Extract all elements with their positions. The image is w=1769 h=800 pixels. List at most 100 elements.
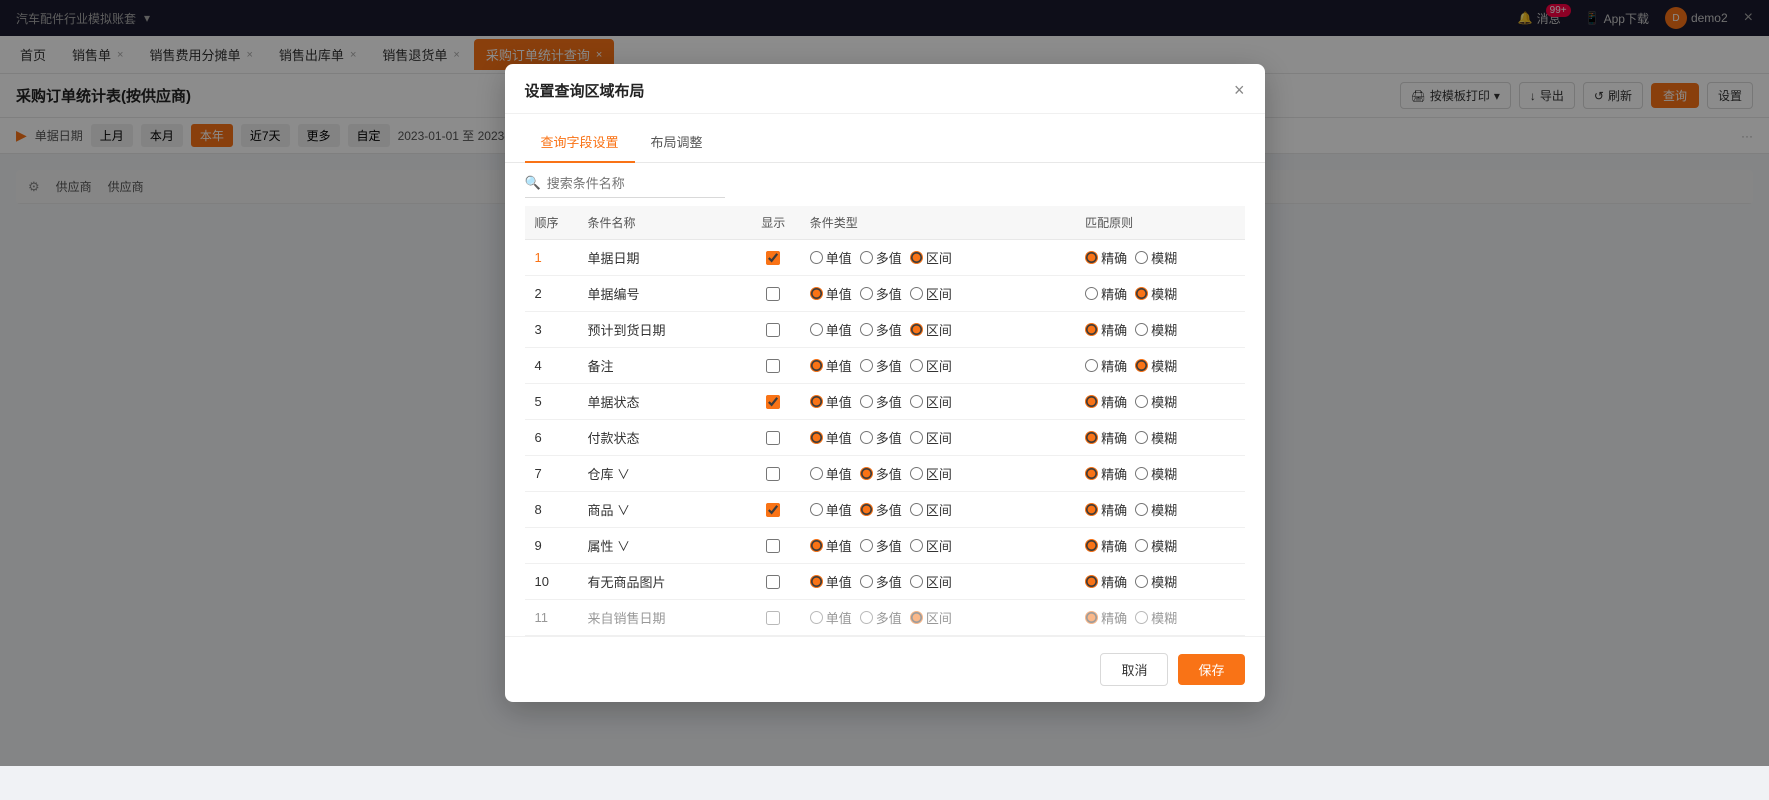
type-radio-multi[interactable]: 多值 xyxy=(860,608,902,627)
match-radio-exact[interactable]: 精确 xyxy=(1085,608,1127,627)
row-type: 单值多值区间 xyxy=(800,276,1075,312)
row-match: 精确模糊 xyxy=(1075,276,1244,312)
type-radio-multi[interactable]: 多值 xyxy=(860,392,902,411)
modal-close-button[interactable]: × xyxy=(1234,80,1245,101)
type-radio-multi[interactable]: 多值 xyxy=(860,320,902,339)
display-checkbox[interactable] xyxy=(766,359,780,373)
row-type: 单值多值区间 xyxy=(800,564,1075,600)
type-radio-single[interactable]: 单值 xyxy=(810,500,852,519)
type-radio-single[interactable]: 单值 xyxy=(810,608,852,627)
display-checkbox[interactable] xyxy=(766,323,780,337)
row-match: 精确模糊 xyxy=(1075,420,1244,456)
type-radio-single[interactable]: 单值 xyxy=(810,428,852,447)
row-type: 单值多值区间 xyxy=(800,456,1075,492)
type-radio-single[interactable]: 单值 xyxy=(810,464,852,483)
display-checkbox[interactable] xyxy=(766,575,780,589)
display-checkbox[interactable] xyxy=(766,467,780,481)
row-type: 单值多值区间 xyxy=(800,348,1075,384)
match-radio-fuzzy[interactable]: 模糊 xyxy=(1135,392,1177,411)
match-radio-fuzzy[interactable]: 模糊 xyxy=(1135,320,1177,339)
display-checkbox[interactable] xyxy=(766,539,780,553)
row-name: 单据编号 xyxy=(577,276,746,312)
type-radio-single[interactable]: 单值 xyxy=(810,320,852,339)
match-radio-exact[interactable]: 精确 xyxy=(1085,464,1127,483)
match-radio-fuzzy[interactable]: 模糊 xyxy=(1135,572,1177,591)
match-radio-exact[interactable]: 精确 xyxy=(1085,248,1127,267)
match-radio-fuzzy[interactable]: 模糊 xyxy=(1135,500,1177,519)
type-radio-range[interactable]: 区间 xyxy=(910,608,952,627)
row-order: 11 xyxy=(525,600,578,636)
row-name: 商品 ∨ xyxy=(577,492,746,528)
type-radio-multi[interactable]: 多值 xyxy=(860,572,902,591)
row-display xyxy=(747,420,800,456)
match-radio-fuzzy[interactable]: 模糊 xyxy=(1135,248,1177,267)
row-match: 精确模糊 xyxy=(1075,384,1244,420)
table-row: 7仓库 ∨单值多值区间精确模糊 xyxy=(525,456,1245,492)
row-name: 付款状态 xyxy=(577,420,746,456)
match-radio-exact[interactable]: 精确 xyxy=(1085,572,1127,591)
table-row: 1单据日期单值多值区间精确模糊 xyxy=(525,240,1245,276)
type-radio-range[interactable]: 区间 xyxy=(910,428,952,447)
type-radio-multi[interactable]: 多值 xyxy=(860,428,902,447)
modal-tab-layout[interactable]: 布局调整 xyxy=(635,126,719,163)
match-radio-exact[interactable]: 精确 xyxy=(1085,536,1127,555)
type-radio-single[interactable]: 单值 xyxy=(810,572,852,591)
display-checkbox[interactable] xyxy=(766,503,780,517)
type-radio-multi[interactable]: 多值 xyxy=(860,536,902,555)
match-radio-exact[interactable]: 精确 xyxy=(1085,284,1127,303)
type-radio-range[interactable]: 区间 xyxy=(910,464,952,483)
type-radio-range[interactable]: 区间 xyxy=(910,392,952,411)
type-radio-range[interactable]: 区间 xyxy=(910,284,952,303)
modal-search-input[interactable] xyxy=(547,176,717,191)
match-radio-exact[interactable]: 精确 xyxy=(1085,392,1127,411)
display-checkbox[interactable] xyxy=(766,395,780,409)
match-radio-fuzzy[interactable]: 模糊 xyxy=(1135,464,1177,483)
match-radio-fuzzy[interactable]: 模糊 xyxy=(1135,608,1177,627)
col-name: 条件名称 xyxy=(577,206,746,240)
match-radio-exact[interactable]: 精确 xyxy=(1085,356,1127,375)
display-checkbox[interactable] xyxy=(766,431,780,445)
match-radio-fuzzy[interactable]: 模糊 xyxy=(1135,356,1177,375)
type-radio-multi[interactable]: 多值 xyxy=(860,464,902,483)
match-radio-exact[interactable]: 精确 xyxy=(1085,500,1127,519)
table-row: 8商品 ∨单值多值区间精确模糊 xyxy=(525,492,1245,528)
display-checkbox[interactable] xyxy=(766,287,780,301)
type-radio-multi[interactable]: 多值 xyxy=(860,500,902,519)
type-radio-single[interactable]: 单值 xyxy=(810,356,852,375)
row-name: 备注 xyxy=(577,348,746,384)
type-radio-multi[interactable]: 多值 xyxy=(860,356,902,375)
row-display xyxy=(747,600,800,636)
match-radio-fuzzy[interactable]: 模糊 xyxy=(1135,284,1177,303)
type-radio-range[interactable]: 区间 xyxy=(910,248,952,267)
type-radio-multi[interactable]: 多值 xyxy=(860,248,902,267)
row-display xyxy=(747,564,800,600)
match-radio-exact[interactable]: 精确 xyxy=(1085,320,1127,339)
display-checkbox[interactable] xyxy=(766,251,780,265)
type-radio-range[interactable]: 区间 xyxy=(910,356,952,375)
row-match: 精确模糊 xyxy=(1075,348,1244,384)
row-display xyxy=(747,456,800,492)
type-radio-range[interactable]: 区间 xyxy=(910,536,952,555)
row-display xyxy=(747,384,800,420)
type-radio-single[interactable]: 单值 xyxy=(810,248,852,267)
type-radio-range[interactable]: 区间 xyxy=(910,500,952,519)
modal-tab-query-fields[interactable]: 查询字段设置 xyxy=(525,126,635,163)
type-radio-multi[interactable]: 多值 xyxy=(860,284,902,303)
type-radio-range[interactable]: 区间 xyxy=(910,320,952,339)
display-checkbox[interactable] xyxy=(766,611,780,625)
match-radio-exact[interactable]: 精确 xyxy=(1085,428,1127,447)
cancel-button[interactable]: 取消 xyxy=(1100,653,1168,686)
match-radio-fuzzy[interactable]: 模糊 xyxy=(1135,536,1177,555)
col-match: 匹配原则 xyxy=(1075,206,1244,240)
row-match: 精确模糊 xyxy=(1075,312,1244,348)
row-name: 属性 ∨ xyxy=(577,528,746,564)
match-radio-fuzzy[interactable]: 模糊 xyxy=(1135,428,1177,447)
save-button[interactable]: 保存 xyxy=(1178,654,1244,685)
modal-search-icon: 🔍 xyxy=(525,175,541,191)
col-order: 顺序 xyxy=(525,206,578,240)
type-radio-range[interactable]: 区间 xyxy=(910,572,952,591)
type-radio-single[interactable]: 单值 xyxy=(810,284,852,303)
row-display xyxy=(747,276,800,312)
type-radio-single[interactable]: 单值 xyxy=(810,536,852,555)
type-radio-single[interactable]: 单值 xyxy=(810,392,852,411)
